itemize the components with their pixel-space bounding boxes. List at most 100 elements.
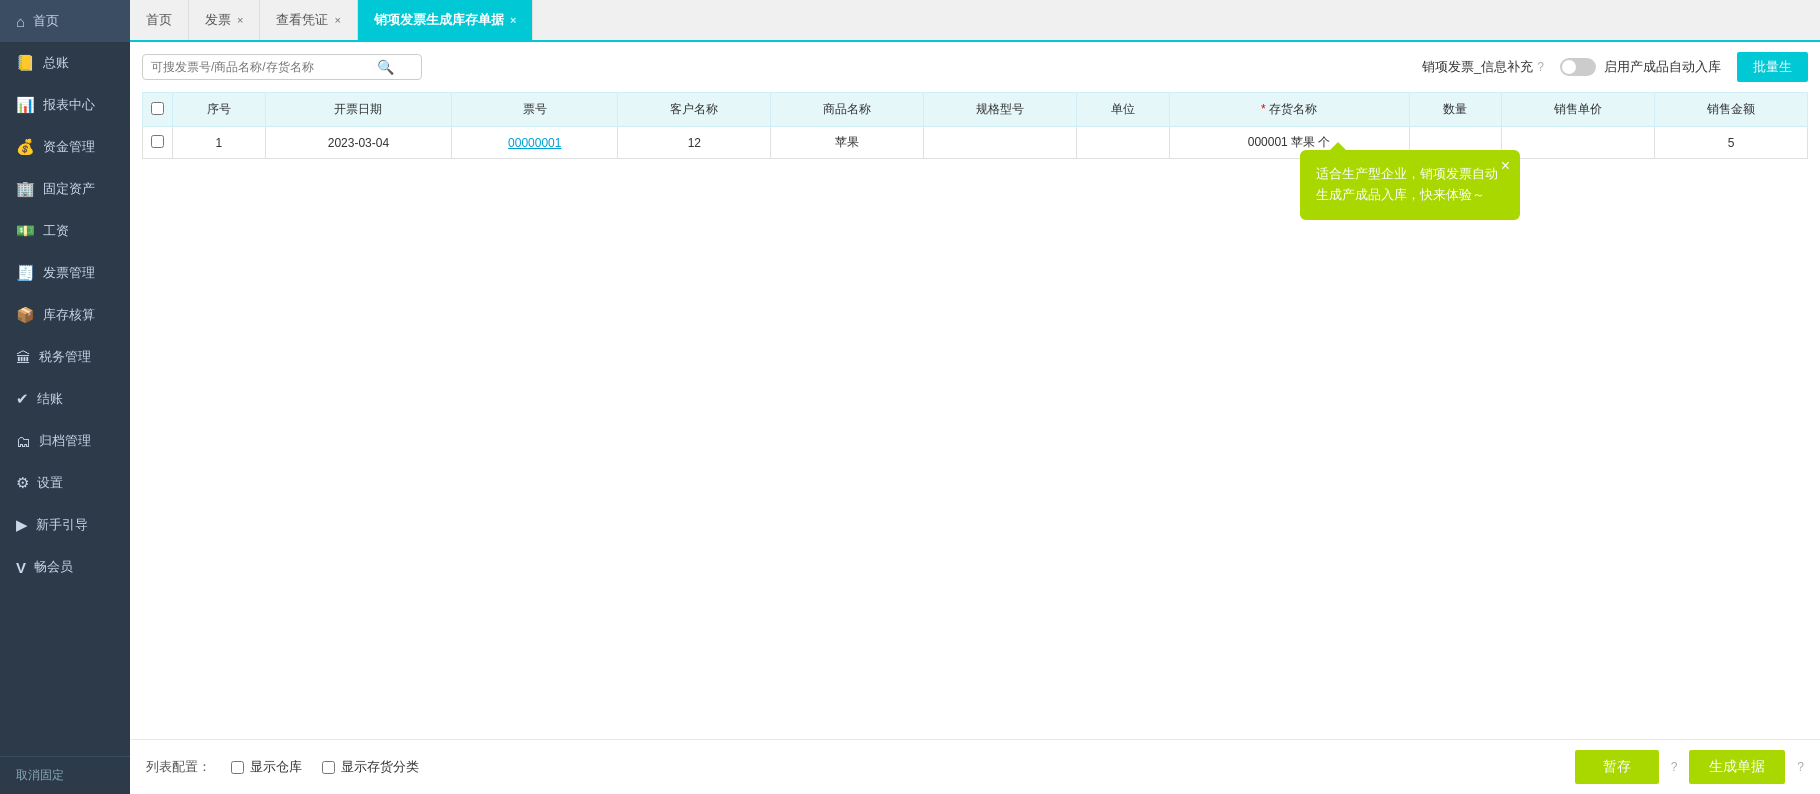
sidebar-item-ledger[interactable]: 📒 总账 bbox=[0, 42, 130, 84]
sidebar-item-settings[interactable]: ⚙ 设置 bbox=[0, 462, 130, 504]
cell-seq: 1 bbox=[173, 127, 266, 159]
tab-generate-close[interactable]: × bbox=[510, 14, 516, 26]
toolbar: 🔍 销项发票_信息补充 ? 启用产成品自动入库 批量生 bbox=[130, 42, 1820, 92]
search-icon: 🔍 bbox=[377, 59, 394, 75]
search-box[interactable]: 🔍 bbox=[142, 54, 422, 80]
toggle-group: 启用产成品自动入库 bbox=[1560, 58, 1721, 76]
col-unit: 单位 bbox=[1076, 93, 1169, 127]
tax-icon: 🏛 bbox=[16, 349, 31, 366]
col-date: 开票日期 bbox=[265, 93, 451, 127]
config-label: 列表配置： bbox=[146, 758, 211, 776]
sidebar-label-home: 首页 bbox=[33, 12, 59, 30]
sidebar-item-archive[interactable]: 🗂 归档管理 bbox=[0, 420, 130, 462]
col-customer: 客户名称 bbox=[618, 93, 771, 127]
select-all-checkbox[interactable] bbox=[151, 102, 164, 115]
show-category-checkbox[interactable] bbox=[322, 761, 335, 774]
sidebar-item-salary[interactable]: 💵 工资 bbox=[0, 210, 130, 252]
cell-customer: 12 bbox=[618, 127, 771, 159]
tooltip-popup: × 适合生产型企业，销项发票自动生成产成品入库，快来体验～ bbox=[1300, 150, 1520, 220]
sidebar-item-inventory[interactable]: 📦 库存核算 bbox=[0, 294, 130, 336]
info-label-text: 销项发票_信息补充 bbox=[1422, 58, 1533, 76]
col-ticket: 票号 bbox=[452, 93, 618, 127]
sidebar-item-invoice-mgmt[interactable]: 🧾 发票管理 bbox=[0, 252, 130, 294]
col-spec: 规格型号 bbox=[924, 93, 1077, 127]
tab-invoice-close[interactable]: × bbox=[237, 14, 243, 26]
invoice-mgmt-icon: 🧾 bbox=[16, 264, 35, 282]
row-checkbox[interactable] bbox=[151, 135, 164, 148]
cell-product: 苹果 bbox=[771, 127, 924, 159]
sidebar-label-reports: 报表中心 bbox=[43, 96, 95, 114]
archive-icon: 🗂 bbox=[16, 433, 31, 450]
sidebar-item-reports[interactable]: 📊 报表中心 bbox=[0, 84, 130, 126]
col-price: 销售单价 bbox=[1502, 93, 1655, 127]
info-label: 销项发票_信息补充 ? bbox=[1422, 58, 1544, 76]
main-table: 序号 开票日期 票号 客户名称 商品名称 规格型号 单位 * 存货名称 数量 销… bbox=[142, 92, 1808, 159]
unpin-bar[interactable]: 取消固定 bbox=[0, 756, 130, 794]
sidebar-item-guide[interactable]: ▶ 新手引导 bbox=[0, 504, 130, 546]
show-category-label: 显示存货分类 bbox=[341, 758, 419, 776]
tab-voucher-close[interactable]: × bbox=[334, 14, 340, 26]
sidebar-label-assets: 固定资产 bbox=[43, 180, 95, 198]
col-qty: 数量 bbox=[1409, 93, 1502, 127]
tab-home[interactable]: 首页 bbox=[130, 0, 189, 40]
generate-button[interactable]: 生成单据 bbox=[1689, 750, 1785, 784]
reports-icon: 📊 bbox=[16, 96, 35, 114]
tooltip-close-button[interactable]: × bbox=[1501, 158, 1510, 174]
home-icon: ⌂ bbox=[16, 13, 25, 30]
bottom-bar: 列表配置： 显示仓库 显示存货分类 暂存 ? 生成单据 ? bbox=[130, 739, 1820, 794]
ledger-icon: 📒 bbox=[16, 54, 35, 72]
toggle-label: 启用产成品自动入库 bbox=[1604, 58, 1721, 76]
show-warehouse-checkbox[interactable] bbox=[231, 761, 244, 774]
bottom-actions: 暂存 ? 生成单据 ? bbox=[1575, 750, 1804, 784]
tab-voucher[interactable]: 查看凭证 × bbox=[260, 0, 357, 40]
checkout-icon: ✔ bbox=[16, 390, 29, 408]
sidebar-item-home[interactable]: ⌂ 首页 bbox=[0, 0, 130, 42]
sidebar-item-assets[interactable]: 🏢 固定资产 bbox=[0, 168, 130, 210]
toolbar-right: 销项发票_信息补充 ? 启用产成品自动入库 批量生 bbox=[1422, 52, 1808, 82]
sidebar-item-tax[interactable]: 🏛 税务管理 bbox=[0, 336, 130, 378]
sidebar-label-ledger: 总账 bbox=[43, 54, 69, 72]
sidebar-item-funds[interactable]: 💰 资金管理 bbox=[0, 126, 130, 168]
funds-icon: 💰 bbox=[16, 138, 35, 156]
save-help-icon[interactable]: ? bbox=[1671, 760, 1678, 774]
table-row: 1 2023-03-04 00000001 12 苹果 000001 苹果 个 … bbox=[143, 127, 1808, 159]
main-area: 首页 发票 × 查看凭证 × 销项发票生成库存单据 × 🔍 销项发票_信息补充 bbox=[130, 0, 1820, 794]
unpin-label: 取消固定 bbox=[16, 768, 64, 782]
batch-button[interactable]: 批量生 bbox=[1737, 52, 1808, 82]
tab-bar: 首页 发票 × 查看凭证 × 销项发票生成库存单据 × bbox=[130, 0, 1820, 42]
generate-help-icon[interactable]: ? bbox=[1797, 760, 1804, 774]
tab-generate-label: 销项发票生成库存单据 bbox=[374, 11, 504, 29]
col-inventory: * 存货名称 bbox=[1169, 93, 1409, 127]
tab-invoice[interactable]: 发票 × bbox=[189, 0, 260, 40]
auto-warehouse-toggle[interactable] bbox=[1560, 58, 1596, 76]
tab-generate[interactable]: 销项发票生成库存单据 × bbox=[358, 0, 533, 40]
sidebar-label-vip: 畅会员 bbox=[34, 558, 73, 576]
show-category-group: 显示存货分类 bbox=[322, 758, 419, 776]
sidebar-item-checkout[interactable]: ✔ 结账 bbox=[0, 378, 130, 420]
col-amount: 销售金额 bbox=[1655, 93, 1808, 127]
sidebar-label-checkout: 结账 bbox=[37, 390, 63, 408]
sidebar-item-vip[interactable]: V 畅会员 bbox=[0, 546, 130, 588]
tab-invoice-label: 发票 bbox=[205, 11, 231, 29]
assets-icon: 🏢 bbox=[16, 180, 35, 198]
table-header-row: 序号 开票日期 票号 客户名称 商品名称 规格型号 单位 * 存货名称 数量 销… bbox=[143, 93, 1808, 127]
cell-ticket: 00000001 bbox=[452, 127, 618, 159]
search-input[interactable] bbox=[151, 60, 371, 74]
save-button[interactable]: 暂存 bbox=[1575, 750, 1659, 784]
cell-date: 2023-03-04 bbox=[265, 127, 451, 159]
ticket-link[interactable]: 00000001 bbox=[508, 136, 561, 150]
tooltip-text: 适合生产型企业，销项发票自动生成产成品入库，快来体验～ bbox=[1316, 166, 1498, 202]
sidebar-label-funds: 资金管理 bbox=[43, 138, 95, 156]
sidebar-label-salary: 工资 bbox=[43, 222, 69, 240]
col-product: 商品名称 bbox=[771, 93, 924, 127]
info-help-icon[interactable]: ? bbox=[1537, 60, 1544, 74]
tab-voucher-label: 查看凭证 bbox=[276, 11, 328, 29]
cell-unit bbox=[1076, 127, 1169, 159]
cell-price bbox=[1502, 127, 1655, 159]
sidebar-label-inventory: 库存核算 bbox=[43, 306, 95, 324]
sidebar-label-tax: 税务管理 bbox=[39, 348, 91, 366]
table-wrapper: 序号 开票日期 票号 客户名称 商品名称 规格型号 单位 * 存货名称 数量 销… bbox=[130, 92, 1820, 739]
sidebar-label-archive: 归档管理 bbox=[39, 432, 91, 450]
content-area: 🔍 销项发票_信息补充 ? 启用产成品自动入库 批量生 bbox=[130, 42, 1820, 794]
col-seq: 序号 bbox=[173, 93, 266, 127]
